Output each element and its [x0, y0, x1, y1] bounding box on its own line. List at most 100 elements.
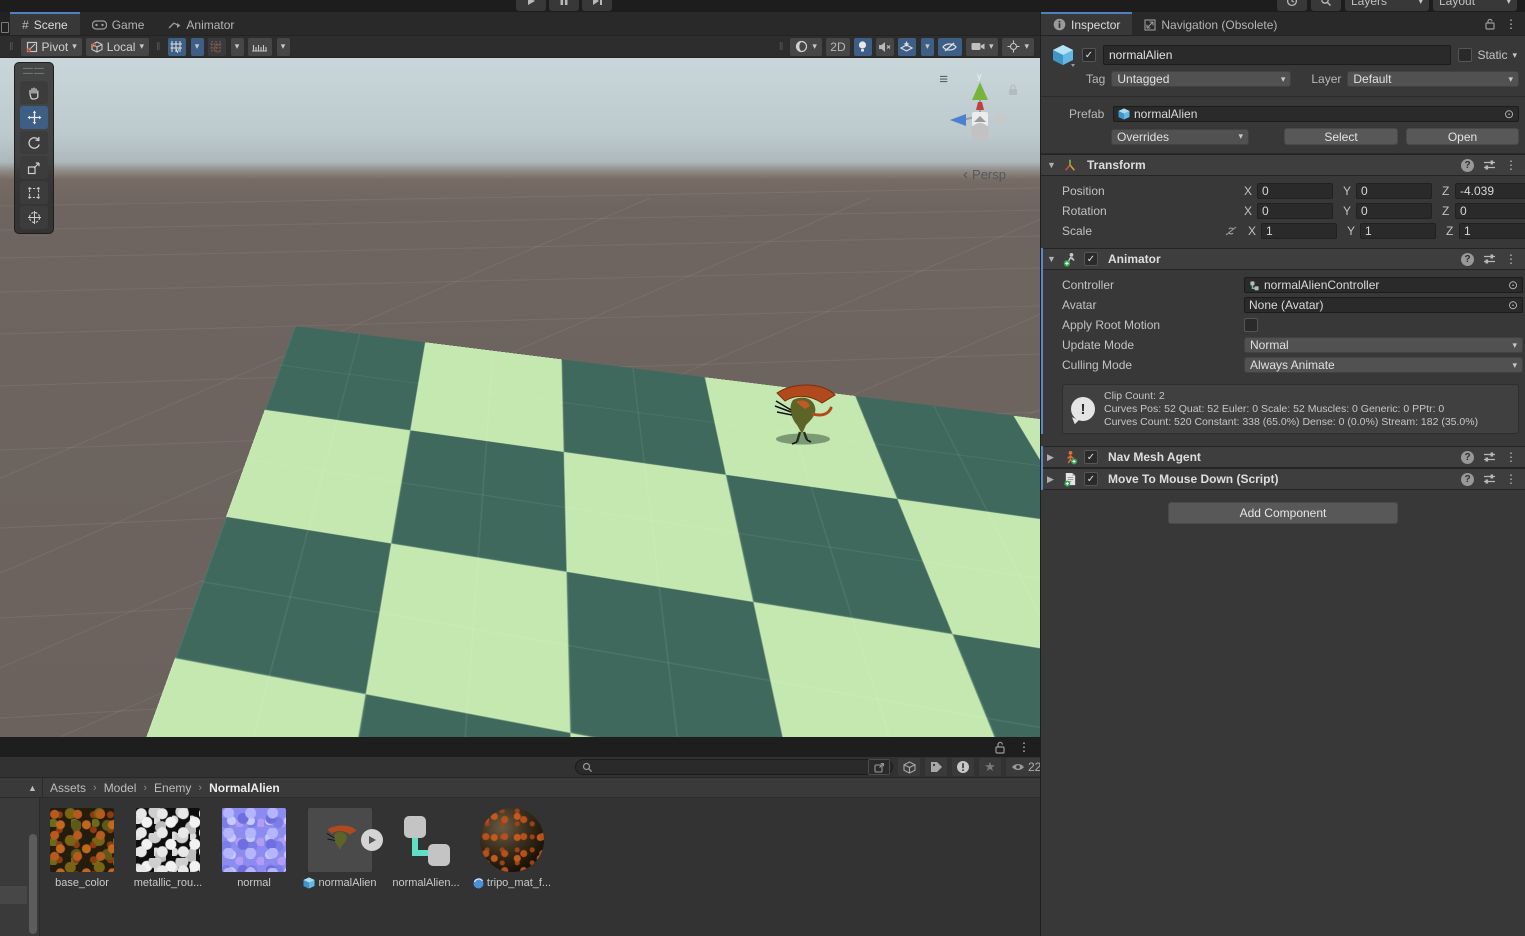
component-menu-icon[interactable]: ⋮	[1505, 252, 1517, 266]
nav-mesh-agent-header[interactable]: ▶ ✓ Nav Mesh Agent ? ⋮	[1041, 446, 1525, 469]
gameobject-name-field[interactable]: normalAlien	[1103, 45, 1452, 65]
rotate-tool-button[interactable]	[20, 131, 48, 154]
layout-dropdown[interactable]: Layout ▾	[1433, 0, 1517, 11]
tab-navigation[interactable]: Navigation (Obsolete)	[1132, 12, 1289, 35]
prefab-open-button[interactable]: Open	[1406, 128, 1519, 145]
move-script-enabled-checkbox[interactable]: ✓	[1084, 472, 1098, 487]
alien-character[interactable]	[763, 380, 841, 448]
breadcrumb-model[interactable]: Model	[104, 781, 137, 795]
help-icon[interactable]: ?	[1461, 252, 1474, 266]
prefab-object-field[interactable]: normalAlien ⊙	[1113, 106, 1519, 122]
transform-tool-button[interactable]	[20, 206, 48, 229]
play-button[interactable]	[516, 0, 546, 11]
scale-z-field[interactable]: 1	[1459, 223, 1525, 239]
apply-root-motion-checkbox[interactable]	[1244, 318, 1258, 332]
position-z-field[interactable]: -4.039	[1455, 183, 1525, 199]
tab-animator[interactable]: Animator	[156, 12, 246, 35]
gizmo-cone[interactable]	[996, 113, 1010, 125]
texture-thumbnail[interactable]	[222, 808, 286, 872]
position-y-field[interactable]: 0	[1356, 183, 1432, 199]
constrain-proportions-icon[interactable]	[1224, 225, 1238, 237]
rotation-y-field[interactable]: 0	[1356, 203, 1432, 219]
foldout-icon[interactable]: ▼	[1047, 160, 1057, 170]
texture-thumbnail[interactable]	[136, 808, 200, 872]
model-thumbnail[interactable]	[308, 808, 383, 872]
2d-toggle-button[interactable]: 2D	[825, 37, 850, 56]
object-picker-icon[interactable]: ⊙	[1504, 107, 1514, 121]
animator-header[interactable]: ▼ ✓ Animator ? ⋮	[1041, 248, 1525, 270]
static-checkbox[interactable]	[1458, 48, 1473, 62]
component-menu-icon[interactable]: ⋮	[1505, 450, 1517, 464]
component-menu-icon[interactable]: ⋮	[1505, 472, 1517, 486]
object-picker-icon[interactable]: ⊙	[1508, 298, 1518, 312]
asset-item-metallic-roughness[interactable]: metallic_rou...	[134, 808, 202, 889]
tab-game[interactable]: Game	[80, 12, 157, 35]
gizmos-dropdown[interactable]: ▾	[1002, 37, 1034, 56]
culling-mode-dropdown[interactable]: Always Animate ▾	[1244, 357, 1523, 373]
project-menu-icon[interactable]: ⋮	[1018, 740, 1030, 754]
camera-settings-dropdown[interactable]: ▾	[965, 37, 999, 56]
controller-object-field[interactable]: normalAlienController ⊙	[1244, 277, 1523, 293]
static-flags-arrow-icon[interactable]: ▾	[1512, 50, 1517, 60]
asset-item-base-color[interactable]: base_color	[49, 808, 115, 889]
tree-selected-item[interactable]	[0, 886, 27, 904]
asset-item-tripo-material[interactable]: tripo_mat_f...	[473, 808, 551, 889]
prefab-cube-icon[interactable]	[1051, 43, 1075, 67]
foldout-icon[interactable]: ▶	[1047, 474, 1057, 485]
tab-scene[interactable]: # Scene	[10, 12, 80, 35]
rect-tool-button[interactable]	[20, 181, 48, 204]
transform-header[interactable]: ▼ Transform ? ⋮	[1041, 154, 1525, 176]
scale-tool-button[interactable]	[20, 156, 48, 179]
tag-dropdown[interactable]: Untagged ▾	[1111, 71, 1292, 87]
handle-rotation-dropdown[interactable]: Local ▾	[85, 37, 149, 56]
snap-increment-arrow[interactable]: ▾	[276, 37, 290, 56]
position-x-field[interactable]: 0	[1257, 183, 1333, 199]
prefab-select-button[interactable]: Select	[1284, 128, 1398, 145]
pivot-mode-dropdown[interactable]: Pivot ▾	[20, 37, 82, 56]
grid-visibility-arrow[interactable]: ▾	[190, 37, 204, 56]
gizmo-x-cone[interactable]	[950, 114, 966, 126]
material-thumbnail[interactable]	[480, 808, 544, 872]
layers-dropdown[interactable]: Layers ▾	[1345, 0, 1429, 11]
pause-button[interactable]	[549, 0, 579, 11]
scene-visibility-button[interactable]	[937, 37, 962, 56]
overrides-dropdown[interactable]: Overrides ▾	[1111, 128, 1249, 145]
rotation-x-field[interactable]: 0	[1257, 203, 1333, 219]
rotation-z-field[interactable]: 0	[1455, 203, 1525, 219]
presets-icon[interactable]	[1483, 159, 1496, 171]
shading-mode-dropdown[interactable]: ▾	[790, 37, 822, 56]
label-filter-button[interactable]	[925, 758, 947, 776]
presets-icon[interactable]	[1483, 473, 1496, 485]
component-menu-icon[interactable]: ⋮	[1505, 158, 1517, 172]
breadcrumb-assets[interactable]: Assets	[50, 781, 86, 795]
project-search-input[interactable]	[575, 759, 893, 775]
presets-icon[interactable]	[1483, 253, 1496, 265]
update-mode-dropdown[interactable]: Normal ▾	[1244, 337, 1523, 353]
texture-thumbnail[interactable]	[50, 808, 114, 872]
scene-viewport[interactable]: —— —— ≡ y ‹ Persp	[0, 58, 1040, 737]
scale-x-field[interactable]: 1	[1261, 223, 1337, 239]
unlock-icon[interactable]	[995, 741, 1006, 754]
help-icon[interactable]: ?	[1461, 158, 1474, 172]
asset-item-normal[interactable]: normal	[221, 808, 287, 889]
gizmo-front-ball[interactable]	[971, 123, 989, 141]
gizmo-y-cone[interactable]	[972, 82, 988, 100]
overlay-drag-handle[interactable]: —— ——	[23, 64, 45, 79]
help-icon[interactable]: ?	[1461, 472, 1474, 486]
foldout-icon[interactable]: ▼	[1047, 254, 1057, 264]
grid-snap-button[interactable]	[207, 37, 226, 56]
favorites-button[interactable]: ★	[979, 758, 1001, 776]
orientation-gizmo[interactable]: y	[938, 70, 1022, 154]
asset-item-animator-controller[interactable]: normalAlien...	[392, 808, 460, 889]
effects-toggle-button[interactable]	[897, 37, 916, 56]
step-button[interactable]	[582, 0, 612, 11]
animator-enabled-checkbox[interactable]: ✓	[1084, 252, 1098, 266]
projection-label[interactable]: ‹ Persp	[963, 166, 1006, 183]
controller-thumbnail[interactable]	[394, 808, 458, 872]
tree-scrollbar[interactable]	[29, 834, 37, 934]
lighting-toggle-button[interactable]	[853, 37, 872, 56]
breadcrumb-normalalien[interactable]: NormalAlien	[209, 781, 280, 795]
object-picker-icon[interactable]: ⊙	[1508, 278, 1518, 292]
preview-play-button[interactable]	[361, 829, 383, 851]
snap-increment-button[interactable]	[247, 37, 272, 56]
